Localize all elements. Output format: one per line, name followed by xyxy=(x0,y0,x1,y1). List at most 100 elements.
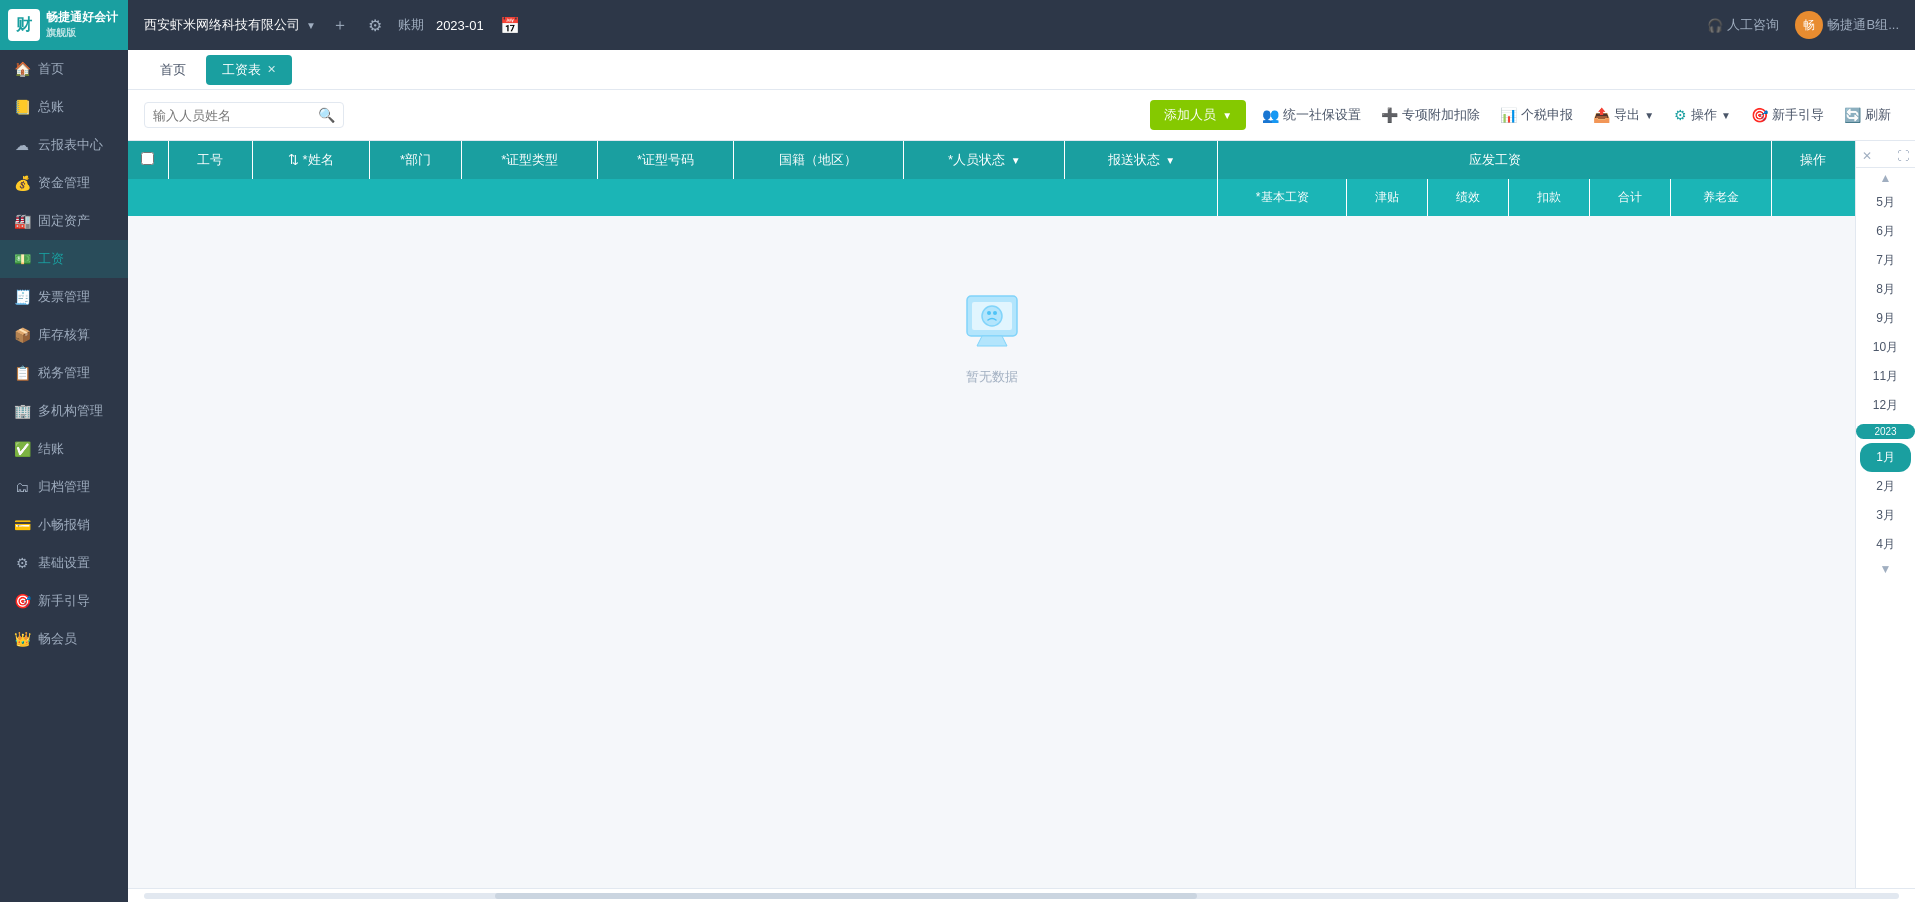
headset-icon: 🎧 xyxy=(1707,18,1723,33)
header: 西安虾米网络科技有限公司 ▼ ＋ ⚙ 账期 2023-01 📅 🎧 人工咨询 畅… xyxy=(128,0,1915,50)
month-item[interactable]: 11月 xyxy=(1856,362,1915,391)
sidebar-item-settings[interactable]: ⚙基础设置 xyxy=(0,544,128,582)
th-base: *基本工资 xyxy=(1218,179,1346,216)
sidebar-icon-expense: 💳 xyxy=(14,517,30,533)
th-total: 合计 xyxy=(1589,179,1670,216)
month-item[interactable]: 10月 xyxy=(1856,333,1915,362)
action-label-deduct: 专项附加扣除 xyxy=(1402,106,1480,124)
action-export[interactable]: 📤导出 ▼ xyxy=(1585,102,1662,128)
sidebar-label-invoice: 发票管理 xyxy=(38,288,90,306)
month-item[interactable]: 5月 xyxy=(1856,188,1915,217)
month-item[interactable]: 6月 xyxy=(1856,217,1915,246)
sidebar-item-multi[interactable]: 🏢多机构管理 xyxy=(0,392,128,430)
user-menu[interactable]: 畅 畅捷通B组... xyxy=(1795,11,1899,39)
month-nav-up[interactable]: ▲ xyxy=(1876,168,1896,188)
sidebar-label-cloud: 云报表中心 xyxy=(38,136,103,154)
main-area: 西安虾米网络科技有限公司 ▼ ＋ ⚙ 账期 2023-01 📅 🎧 人工咨询 畅… xyxy=(128,0,1915,902)
toolbar-actions: 👥统一社保设置➕专项附加扣除📊个税申报📤导出 ▼⚙操作 ▼🎯新手引导🔄刷新 xyxy=(1254,102,1899,128)
select-all-checkbox[interactable] xyxy=(141,152,154,165)
sidebar-item-member[interactable]: 👑 畅会员 xyxy=(0,620,128,658)
status-filter-icon[interactable]: ▼ xyxy=(1011,155,1021,166)
app-name: 畅捷通好会计 xyxy=(46,10,118,26)
scrollbar-thumb[interactable] xyxy=(495,893,1197,899)
svg-point-2 xyxy=(982,306,1002,326)
th-id-type: *证型类型 xyxy=(462,141,598,179)
sidebar-item-inventory[interactable]: 📦库存核算 xyxy=(0,316,128,354)
action-icon-tax: 📊 xyxy=(1500,107,1517,123)
th-pension: 养老金 xyxy=(1670,179,1771,216)
payroll-table: 工号 ⇅ *姓名 *部门 *证型类型 *证型号码 国籍（地区） *人员状态 ▼ … xyxy=(128,141,1855,216)
company-selector[interactable]: 西安虾米网络科技有限公司 ▼ xyxy=(144,16,316,34)
sidebar-icon-home: 🏠 xyxy=(14,61,30,77)
action-tax[interactable]: 📊个税申报 xyxy=(1492,102,1581,128)
tab-payroll[interactable]: 工资表✕ xyxy=(206,55,292,85)
sidebar-item-fixed[interactable]: 🏭固定资产 xyxy=(0,202,128,240)
sidebar-item-expense[interactable]: 💳小畅报销 xyxy=(0,506,128,544)
month-item[interactable]: 1月 xyxy=(1860,443,1911,472)
month-item[interactable]: 12月 xyxy=(1856,391,1915,420)
sidebar-item-guide[interactable]: 🎯新手引导 xyxy=(0,582,128,620)
action-deduct[interactable]: ➕专项附加扣除 xyxy=(1373,102,1488,128)
svg-marker-5 xyxy=(977,336,1007,346)
search-wrap[interactable]: 🔍 xyxy=(144,102,344,128)
sidebar-icon-archive: 🗂 xyxy=(14,479,30,495)
sidebar-item-home[interactable]: 🏠首页 xyxy=(0,50,128,88)
sidebar-item-checkout[interactable]: ✅结账 xyxy=(0,430,128,468)
sidebar-icon-fund: 💰 xyxy=(14,175,30,191)
expand-panel-button[interactable]: ⛶ xyxy=(1897,149,1909,163)
settings-icon[interactable]: ⚙ xyxy=(364,12,386,39)
calendar-icon[interactable]: 📅 xyxy=(496,12,524,39)
action-icon-refresh: 🔄 xyxy=(1844,107,1861,123)
action-operate[interactable]: ⚙操作 ▼ xyxy=(1666,102,1739,128)
th-nationality: 国籍（地区） xyxy=(733,141,903,179)
sidebar-icon-tax: 📋 xyxy=(14,365,30,381)
sidebar-item-ledger[interactable]: 📒总账 xyxy=(0,88,128,126)
month-item[interactable]: 2月 xyxy=(1856,472,1915,501)
support-button[interactable]: 🎧 人工咨询 xyxy=(1707,16,1779,34)
sidebar-icon-payroll: 💵 xyxy=(14,251,30,267)
th-allowance: 津贴 xyxy=(1346,179,1427,216)
tab-home[interactable]: 首页 xyxy=(144,55,202,85)
sidebar-label-member: 畅会员 xyxy=(38,630,77,648)
add-company-button[interactable]: ＋ xyxy=(328,11,352,40)
th-dept: *部门 xyxy=(369,141,462,179)
month-item[interactable]: 8月 xyxy=(1856,275,1915,304)
search-icon: 🔍 xyxy=(318,107,335,123)
toolbar-right: 添加人员 ▼ 👥统一社保设置➕专项附加扣除📊个税申报📤导出 ▼⚙操作 ▼🎯新手引… xyxy=(1150,100,1899,130)
sidebar-item-tax[interactable]: 📋税务管理 xyxy=(0,354,128,392)
th-checkbox xyxy=(128,141,168,179)
user-name: 畅捷通B组... xyxy=(1827,16,1899,34)
month-item[interactable]: 7月 xyxy=(1856,246,1915,275)
action-label-export: 导出 xyxy=(1614,106,1640,124)
tab-close-payroll[interactable]: ✕ xyxy=(267,64,276,75)
sidebar-icon-cloud: ☁ xyxy=(14,137,30,153)
month-item[interactable]: 4月 xyxy=(1856,530,1915,559)
action-label-refresh: 刷新 xyxy=(1865,106,1891,124)
app-logo: 财 畅捷通好会计 旗舰版 xyxy=(0,0,128,50)
sidebar-icon-checkout: ✅ xyxy=(14,441,30,457)
period-label: 账期 xyxy=(398,16,424,34)
sidebar-item-invoice[interactable]: 🧾发票管理 xyxy=(0,278,128,316)
sidebar-item-archive[interactable]: 🗂归档管理 xyxy=(0,468,128,506)
search-input[interactable] xyxy=(153,108,312,123)
th-id-no: *证型号码 xyxy=(598,141,734,179)
action-refresh[interactable]: 🔄刷新 xyxy=(1836,102,1899,128)
month-nav-down[interactable]: ▼ xyxy=(1876,559,1896,579)
sidebar-item-cloud[interactable]: ☁ 云报表中心 xyxy=(0,126,128,164)
sidebar-item-payroll[interactable]: 💵工资 xyxy=(0,240,128,278)
sort-icon: ⇅ xyxy=(288,152,299,167)
th-status: *人员状态 ▼ xyxy=(904,141,1065,179)
sidebar-icon-settings: ⚙ xyxy=(14,555,30,571)
close-panel-button[interactable]: ✕ xyxy=(1862,149,1872,163)
sidebar-icon-member: 👑 xyxy=(14,631,30,647)
add-person-button[interactable]: 添加人员 ▼ xyxy=(1150,100,1246,130)
month-item[interactable]: 9月 xyxy=(1856,304,1915,333)
sidebar-item-fund[interactable]: 💰资金管理 xyxy=(0,164,128,202)
month-item[interactable]: 3月 xyxy=(1856,501,1915,530)
content-area: 🔍 添加人员 ▼ 👥统一社保设置➕专项附加扣除📊个税申报📤导出 ▼⚙操作 ▼🎯新… xyxy=(128,90,1915,902)
bottom-scrollbar[interactable] xyxy=(128,888,1915,902)
action-guide[interactable]: 🎯新手引导 xyxy=(1743,102,1832,128)
report-filter-icon[interactable]: ▼ xyxy=(1165,155,1175,166)
action-social[interactable]: 👥统一社保设置 xyxy=(1254,102,1369,128)
period-value: 2023-01 xyxy=(436,18,484,33)
